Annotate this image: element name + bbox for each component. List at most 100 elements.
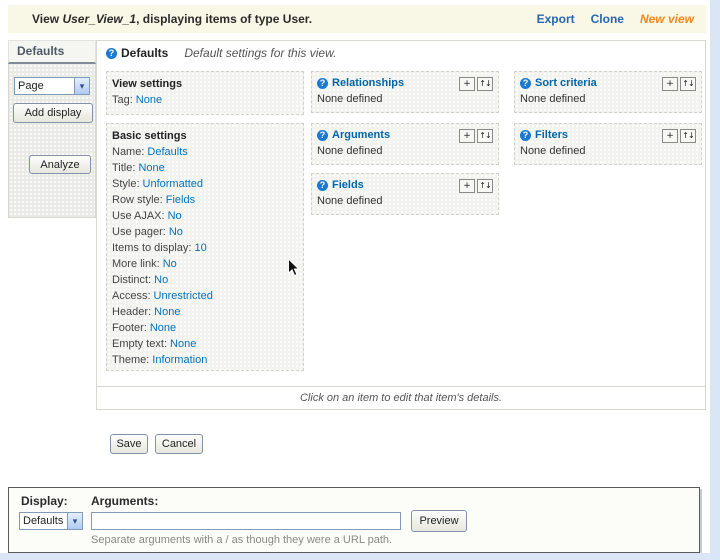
help-icon[interactable]: ? (317, 180, 328, 191)
arguments-help-text: Separate arguments with a / as though th… (91, 534, 393, 546)
display-sidebar: Page ▾ Add display Analyze (8, 64, 96, 218)
view-settings-box: View settings Tag: None (106, 71, 304, 115)
setting-value-link[interactable]: Information (152, 354, 207, 366)
setting-value-link[interactable]: None (136, 94, 162, 106)
setting-value-link[interactable]: No (168, 210, 182, 222)
add-icon[interactable]: + (459, 128, 475, 143)
edit-hint-text: Click on an item to edit that item's det… (97, 386, 705, 409)
rearrange-icon[interactable]: ↑↓ (680, 76, 696, 91)
setting-row: Use pager: No (112, 224, 298, 240)
relationships-title-link[interactable]: Relationships (332, 76, 459, 91)
help-icon[interactable]: ? (106, 47, 117, 59)
rearrange-icon[interactable]: ↑↓ (477, 178, 493, 193)
setting-value-link[interactable]: None (170, 338, 196, 350)
setting-label: More link: (112, 258, 160, 270)
arguments-header: ? Arguments + ↑↓ (317, 128, 493, 143)
relationships-box: ? Relationships + ↑↓ None defined (311, 71, 499, 113)
sort-criteria-header: ? Sort criteria + ↑↓ (520, 76, 696, 91)
page-title-suffix: , displaying items of type User. (136, 12, 313, 26)
setting-label: Title: (112, 162, 136, 174)
filters-title-link[interactable]: Filters (535, 128, 662, 143)
view-settings-title: View settings (112, 78, 183, 90)
setting-label: Access: (112, 290, 151, 302)
arguments-input[interactable] (91, 512, 401, 530)
setting-value-link[interactable]: None (154, 306, 180, 318)
setting-value-link[interactable]: None (138, 162, 164, 174)
help-icon[interactable]: ? (317, 78, 328, 89)
setting-label: Row style: (112, 194, 163, 206)
add-icon[interactable]: + (459, 178, 475, 193)
setting-label: Header: (112, 306, 152, 318)
fields-title-link[interactable]: Fields (332, 178, 459, 193)
setting-label: Footer: (112, 322, 147, 334)
setting-value-link[interactable]: None (150, 322, 176, 334)
rearrange-icon[interactable]: ↑↓ (680, 128, 696, 143)
add-icon[interactable]: + (459, 76, 475, 91)
preview-display-select[interactable]: Defaults ▾ (19, 512, 83, 530)
setting-row: Footer: None (112, 320, 298, 336)
setting-label: Items to display: (112, 242, 192, 254)
cancel-button[interactable]: Cancel (155, 434, 203, 454)
arguments-box: ? Arguments + ↑↓ None defined (311, 123, 499, 165)
add-icon[interactable]: + (662, 128, 678, 143)
header-links: Export Clone New view (537, 12, 694, 26)
filters-actions: + ↑↓ (662, 128, 696, 143)
help-icon[interactable]: ? (317, 130, 328, 141)
relationships-empty-text: None defined (317, 93, 383, 105)
setting-label: Name: (112, 146, 145, 158)
view-name: User_View_1 (62, 12, 137, 26)
setting-value-link[interactable]: Defaults (147, 146, 187, 158)
arguments-title-link[interactable]: Arguments (332, 128, 459, 143)
preview-panel: Display: Defaults ▾ Arguments: Preview S… (8, 487, 700, 553)
display-type-select[interactable]: Page ▾ (14, 77, 90, 95)
fields-box: ? Fields + ↑↓ None defined (311, 173, 499, 215)
display-label: Display: (21, 494, 68, 508)
add-display-button[interactable]: Add display (13, 103, 93, 123)
clone-link[interactable]: Clone (591, 12, 624, 26)
setting-value-link[interactable]: 10 (194, 242, 206, 254)
setting-value-link[interactable]: No (163, 258, 177, 270)
display-type-select-value: Page (18, 80, 44, 92)
setting-row: Theme: Information (112, 352, 298, 368)
setting-row: Distinct: No (112, 272, 298, 288)
setting-value-link[interactable]: No (154, 274, 168, 286)
help-icon[interactable]: ? (520, 130, 531, 141)
fields-header: ? Fields + ↑↓ (317, 178, 493, 193)
tab-defaults[interactable]: Defaults (8, 40, 96, 64)
analyze-button[interactable]: Analyze (29, 155, 91, 174)
setting-row: Access: Unrestricted (112, 288, 298, 304)
preview-button[interactable]: Preview (411, 510, 467, 532)
arguments-empty-text: None defined (317, 145, 383, 157)
setting-row: Row style: Fields (112, 192, 298, 208)
setting-row: Empty text: None (112, 336, 298, 352)
arguments-label: Arguments: (91, 494, 159, 508)
basic-settings-title: Basic settings (112, 130, 187, 142)
tab-defaults-label: Defaults (17, 44, 65, 58)
add-icon[interactable]: + (662, 76, 678, 91)
main-heading-description: Default settings for this view. (184, 46, 337, 60)
setting-row: Tag: None (112, 92, 298, 108)
preview-display-select-value: Defaults (23, 515, 64, 527)
rearrange-icon[interactable]: ↑↓ (477, 128, 493, 143)
chevron-down-icon: ▾ (74, 78, 89, 94)
rearrange-icon[interactable]: ↑↓ (477, 76, 493, 91)
setting-row: Style: Unformatted (112, 176, 298, 192)
main-panel: ? Defaults Default settings for this vie… (96, 40, 706, 410)
filters-empty-text: None defined (520, 145, 586, 157)
setting-value-link[interactable]: Fields (166, 194, 195, 206)
setting-value-link[interactable]: No (169, 226, 183, 238)
save-button[interactable]: Save (110, 434, 148, 454)
export-link[interactable]: Export (537, 12, 575, 26)
sort-criteria-title-link[interactable]: Sort criteria (535, 76, 662, 91)
setting-label: Style: (112, 178, 140, 190)
setting-row: Items to display: 10 (112, 240, 298, 256)
page-title: View User_View_1, displaying items of ty… (32, 12, 537, 26)
view-header-bar: View User_View_1, displaying items of ty… (8, 5, 706, 33)
help-icon[interactable]: ? (520, 78, 531, 89)
setting-value-link[interactable]: Unformatted (143, 178, 204, 190)
filters-header: ? Filters + ↑↓ (520, 128, 696, 143)
arguments-actions: + ↑↓ (459, 128, 493, 143)
sort-criteria-empty-text: None defined (520, 93, 586, 105)
setting-value-link[interactable]: Unrestricted (154, 290, 213, 302)
new-view-link[interactable]: New view (640, 12, 694, 26)
